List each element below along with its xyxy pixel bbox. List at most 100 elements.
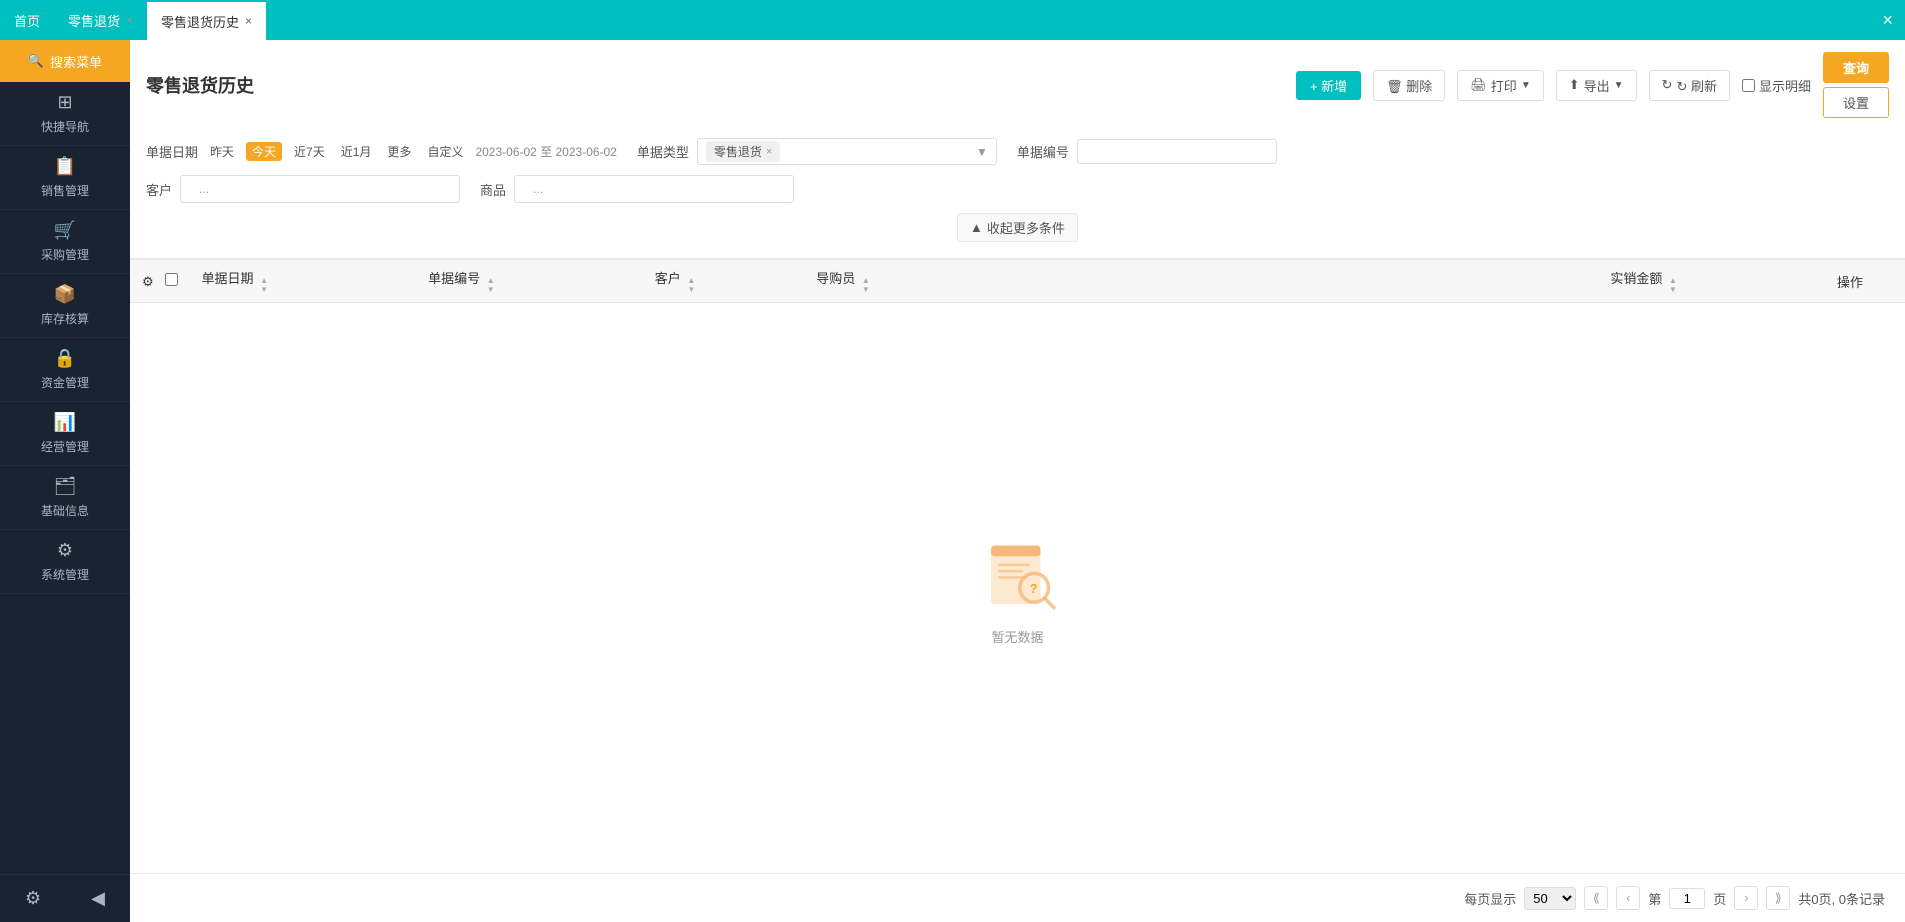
sidebar-item-capital-mgmt[interactable]: 🔒 资金管理 [0,338,130,402]
filter-row-1: 单据日期 昨天 今天 近7天 近1月 更多 自定义 2023-06-02 至 2… [146,138,1889,175]
filter-area: 单据日期 昨天 今天 近7天 近1月 更多 自定义 2023-06-02 至 2… [146,128,1889,258]
tab-retail-return-close[interactable]: × [126,13,133,27]
table-settings-icon[interactable]: ⚙ [142,274,154,289]
date-shortcut-more[interactable]: 更多 [383,142,415,161]
main-layout: 🔍 搜索菜单 ⊞ 快捷导航 📋 销售管理 🛒 采购管理 📦 库存核算 🔒 资金管… [0,40,1905,922]
basic-info-icon: 🗂 [54,476,77,497]
display-detail-input[interactable] [1742,79,1755,92]
page-number-input[interactable] [1669,888,1705,909]
col-amount[interactable]: 实销金额 ▲▼ [1598,260,1825,303]
tab-retail-return[interactable]: 零售退货 × [54,0,147,40]
export-icon: ⬆ [1569,77,1580,93]
toolbar: + 新增 🗑 删除 🖨 🖨 打印 打印 ▼ ⬆ 导出 ▼ ↻ [1296,52,1889,118]
collapse-sidebar-icon[interactable]: ◀ [91,888,105,909]
col-spacer [998,260,1598,303]
print-button[interactable]: 🖨 🖨 打印 打印 ▼ [1457,70,1543,101]
export-dropdown-icon[interactable]: ▼ [1614,80,1624,91]
print-icon: 🖨 [1470,77,1487,93]
doc-type-dropdown-icon[interactable]: ▼ [976,145,988,159]
sidebar-item-quick-nav[interactable]: ⊞ 快捷导航 [0,82,130,146]
per-page-select[interactable]: 50 100 200 [1524,887,1576,910]
date-shortcut-yesterday[interactable]: 昨天 [206,142,238,161]
col-customer[interactable]: 客户 ▲▼ [643,260,805,303]
query-button[interactable]: 查询 [1823,52,1889,83]
doc-number-input[interactable] [1077,139,1277,164]
refresh-icon: ↻ [1662,77,1673,93]
col-guide[interactable]: 导购员 ▲▼ [804,260,998,303]
svg-text:?: ? [1029,582,1037,596]
sales-icon: 📋 [54,156,76,177]
tab-retail-return-history-close[interactable]: × [245,14,252,28]
page-label: 第 [1648,889,1661,908]
date-range-display: 2023-06-02 至 2023-06-02 [475,143,616,160]
window-close-button[interactable]: × [1882,11,1893,29]
quick-nav-icon: ⊞ [57,92,72,113]
search-icon: 🔍 [28,53,44,69]
table-wrapper: ⚙ 单据日期 ▲▼ 单据编号 ▲▼ 客户 [130,259,1905,873]
top-nav: 首页 零售退货 × 零售退货历史 × × [0,0,1905,40]
date-shortcut-1month[interactable]: 近1月 [337,142,376,161]
page-header: 零售退货历史 + 新增 🗑 删除 🖨 🖨 打印 打印 ▼ ⬆ 导出 ▼ [130,40,1905,259]
col-settings: ⚙ [130,260,190,303]
settings-bottom-icon[interactable]: ⚙ [25,888,41,909]
prev-page-button[interactable]: ‹ [1616,886,1640,910]
tab-home[interactable]: 首页 [0,0,54,40]
sidebar-search-button[interactable]: 🔍 搜索菜单 [0,40,130,82]
display-detail-checkbox[interactable]: 显示明细 [1742,76,1811,95]
first-page-button[interactable]: ⟪ [1584,886,1608,910]
sidebar-item-system-mgmt[interactable]: ⚙ 系统管理 [0,530,130,594]
capital-icon: 🔒 [54,348,76,369]
sidebar-item-inventory-calc[interactable]: 📦 库存核算 [0,274,130,338]
settings-button[interactable]: 设置 [1823,87,1889,118]
sidebar-bottom: ⚙ ◀ [0,874,130,922]
new-button[interactable]: + 新增 [1296,71,1361,100]
content-area: 零售退货历史 + 新增 🗑 删除 🖨 🖨 打印 打印 ▼ ⬆ 导出 ▼ [130,40,1905,922]
sort-number-icon[interactable]: ▲▼ [487,276,495,294]
export-button[interactable]: ⬆ 导出 ▼ [1556,70,1637,101]
empty-text: 暂无数据 [991,627,1043,646]
page-title: 零售退货历史 [146,72,254,98]
next-page-button[interactable]: › [1734,886,1758,910]
system-icon: ⚙ [57,540,73,561]
filter-date: 单据日期 昨天 今天 近7天 近1月 更多 自定义 2023-06-02 至 2… [146,142,617,161]
filter-doc-type: 单据类型 零售退货 × ▼ [637,138,997,165]
select-all-checkbox[interactable] [165,273,178,286]
empty-illustration: ? [973,530,1063,615]
delete-button[interactable]: 🗑 删除 [1373,70,1445,101]
inventory-icon: 📦 [54,284,76,305]
filter-customer: 客户 ... [146,175,460,203]
customer-input[interactable]: ... [191,180,217,198]
sidebar-item-basic-info[interactable]: 🗂 基础信息 [0,466,130,530]
doc-type-tag-close[interactable]: × [766,146,772,158]
refresh-button[interactable]: ↻ ↻ 刷新 [1649,70,1730,101]
sort-date-icon[interactable]: ▲▼ [260,276,268,294]
sidebar-item-purchase-mgmt[interactable]: 🛒 采购管理 [0,210,130,274]
sort-customer-icon[interactable]: ▲▼ [687,276,695,294]
date-shortcut-custom[interactable]: 自定义 [423,142,467,161]
sidebar-item-sales-mgmt[interactable]: 📋 销售管理 [0,146,130,210]
date-shortcut-7days[interactable]: 近7天 [290,142,329,161]
pagination-bar: 每页显示 50 100 200 ⟪ ‹ 第 页 › ⟫ 共0页, 0条记录 [130,873,1905,922]
doc-type-selector[interactable]: 零售退货 × ▼ [697,138,997,165]
tab-retail-return-history[interactable]: 零售退货历史 × [147,0,266,40]
col-ops: 操作 [1825,260,1905,303]
filter-doc-number: 单据编号 [1017,139,1277,164]
col-number[interactable]: 单据编号 ▲▼ [416,260,643,303]
date-shortcuts: 昨天 今天 近7天 近1月 更多 自定义 [206,142,467,161]
per-page-label: 每页显示 [1464,889,1516,908]
collapse-filter-button[interactable]: ▲ 收起更多条件 [957,213,1078,242]
date-shortcut-today[interactable]: 今天 [246,142,282,161]
sort-amount-icon[interactable]: ▲▼ [1669,276,1677,294]
goods-input[interactable]: ... [525,180,551,198]
print-dropdown-icon[interactable]: ▼ [1521,80,1531,91]
total-label: 共0页, 0条记录 [1798,889,1885,908]
sort-guide-icon[interactable]: ▲▼ [862,276,870,294]
operations-icon: 📊 [54,412,76,433]
sidebar-item-operations-mgmt[interactable]: 📊 经营管理 [0,402,130,466]
collapse-icon: ▲ [970,220,983,235]
last-page-button[interactable]: ⟫ [1766,886,1790,910]
page-title-row: 零售退货历史 + 新增 🗑 删除 🖨 🖨 打印 打印 ▼ ⬆ 导出 ▼ [146,52,1889,118]
col-date[interactable]: 单据日期 ▲▼ [190,260,417,303]
empty-state: ? 暂无数据 [130,303,1905,873]
page-suffix: 页 [1713,889,1726,908]
